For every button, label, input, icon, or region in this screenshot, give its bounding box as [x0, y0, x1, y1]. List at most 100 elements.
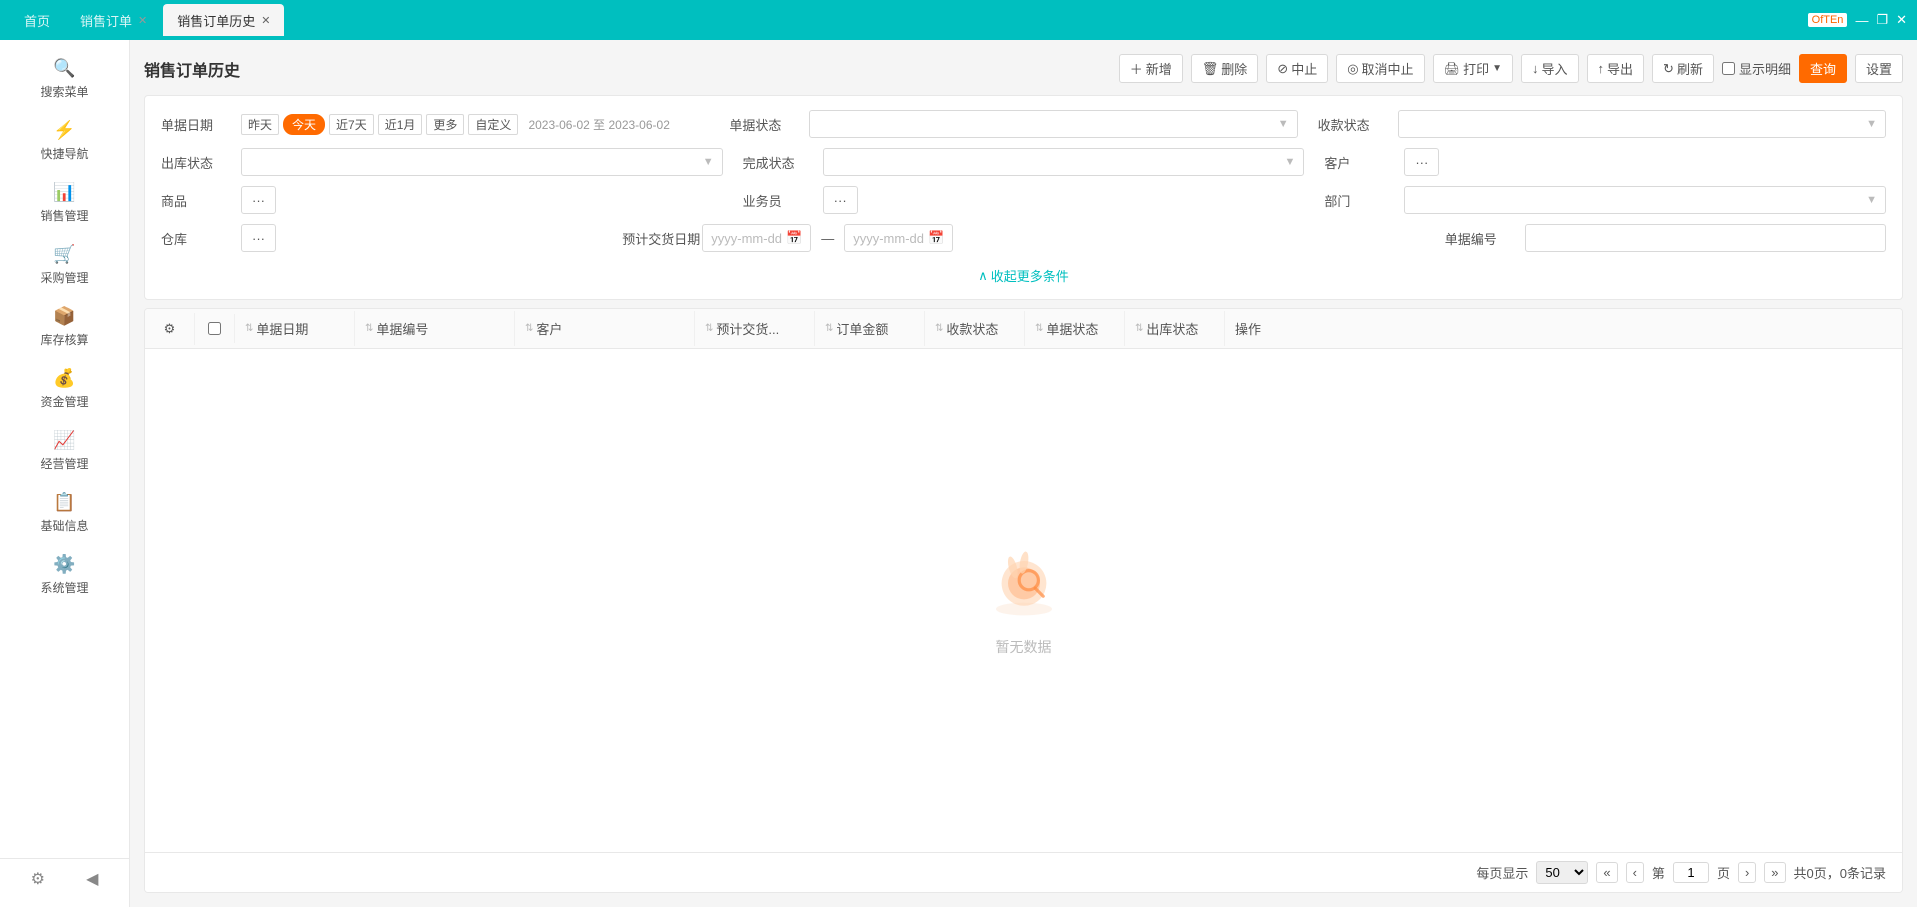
first-page-btn[interactable]: «: [1596, 862, 1617, 883]
tab-sales-order-close[interactable]: ✕: [138, 14, 147, 27]
th-number-label: 单据编号: [376, 319, 428, 338]
salesperson-dots-btn[interactable]: ···: [823, 186, 858, 214]
display-detail-label: 显示明细: [1739, 59, 1791, 78]
delete-button[interactable]: 🗑 删除: [1191, 54, 1259, 83]
th-number[interactable]: ⇅ 单据编号: [355, 311, 515, 346]
operations-icon: 📈: [53, 430, 75, 451]
import-button[interactable]: ↓ 导入: [1521, 54, 1579, 83]
department-select[interactable]: ▼: [1404, 186, 1886, 214]
filter-label-delivery-date: 预计交货日期: [622, 229, 702, 248]
main-layout: 🔍 搜索菜单 ⚡ 快捷导航 📊 销售管理 🛒 采购管理 📦 库存核算 💰 资金管…: [0, 40, 1917, 907]
th-customer[interactable]: ⇅ 客户: [515, 311, 695, 346]
date-btn-yesterday[interactable]: 昨天: [241, 114, 279, 135]
stop-button[interactable]: ⊘ 中止: [1266, 54, 1328, 83]
warehouse-dots-btn[interactable]: ···: [241, 224, 276, 252]
display-detail-toggle[interactable]: 显示明细: [1722, 59, 1791, 78]
page-size-label: 每页显示: [1476, 863, 1528, 882]
th-order-status[interactable]: ⇅ 单据状态: [1025, 311, 1125, 346]
order-status-select[interactable]: ▼: [809, 110, 1297, 138]
print-icon: 🖨: [1444, 61, 1461, 77]
tab-sales-order-label: 销售订单: [80, 11, 132, 30]
delivery-date-from[interactable]: yyyy-mm-dd 📅: [702, 224, 811, 252]
sidebar-collapse-icon[interactable]: ◀: [86, 869, 98, 889]
print-button[interactable]: 🖨 打印 ▼: [1433, 54, 1513, 83]
sidebar-item-sales-mgmt[interactable]: 📊 销售管理: [0, 172, 129, 234]
th-date-label: 单据日期: [256, 319, 308, 338]
th-date[interactable]: ⇅ 单据日期: [235, 311, 355, 346]
delivery-date-to[interactable]: yyyy-mm-dd 📅: [844, 224, 953, 252]
sidebar-item-inventory[interactable]: 📦 库存核算: [0, 296, 129, 358]
refresh-label: 刷新: [1677, 59, 1703, 78]
settings-button[interactable]: 设置: [1855, 54, 1903, 83]
date-btn-today[interactable]: 今天: [283, 114, 325, 135]
sidebar-item-capital-mgmt[interactable]: 💰 资金管理: [0, 358, 129, 420]
calendar-from-icon: 📅: [786, 230, 802, 246]
sidebar-item-basic-info[interactable]: 📋 基础信息: [0, 482, 129, 544]
export-label: 导出: [1607, 59, 1633, 78]
refresh-button[interactable]: ↻ 刷新: [1652, 54, 1714, 83]
display-detail-checkbox[interactable]: [1722, 62, 1735, 75]
cancel-stop-button[interactable]: ◎ 取消中止: [1336, 54, 1424, 83]
inventory-icon: 📦: [53, 306, 75, 327]
delivery-date-from-text: yyyy-mm-dd: [711, 231, 782, 246]
select-all-checkbox[interactable]: [208, 322, 221, 335]
often-label: OfTEn: [1808, 13, 1848, 27]
query-button[interactable]: 查询: [1799, 54, 1847, 83]
sales-mgmt-icon: 📊: [53, 182, 75, 203]
th-warehouse-status[interactable]: ⇅ 出库状态: [1125, 311, 1225, 346]
filter-label-customer: 客户: [1324, 153, 1404, 172]
settings-label: 设置: [1866, 59, 1892, 78]
collapse-icon: ∧: [978, 268, 988, 284]
product-dots-btn[interactable]: ···: [241, 186, 276, 214]
top-bar: 首页 销售订单 ✕ 销售订单历史 ✕ OfTEn — ❐ ✕: [0, 0, 1917, 40]
sidebar-item-purchase-mgmt-label: 采购管理: [40, 269, 88, 286]
sort-icon-amount: ⇅: [825, 323, 833, 334]
next-page-btn[interactable]: ›: [1738, 862, 1756, 883]
filter-row-2: 出库状态 ▼ 完成状态 ▼ 客户 ···: [161, 148, 1886, 176]
sidebar-item-system-mgmt[interactable]: ⚙️ 系统管理: [0, 544, 129, 606]
outbound-status-select[interactable]: ▼: [241, 148, 723, 176]
th-amount[interactable]: ⇅ 订单金额: [815, 311, 925, 346]
customer-dots-btn[interactable]: ···: [1404, 148, 1439, 176]
tab-home[interactable]: 首页: [10, 4, 64, 36]
import-label: 导入: [1542, 59, 1568, 78]
page-size-select[interactable]: 50 10 20 100: [1536, 861, 1588, 884]
new-button[interactable]: ＋ 新增: [1119, 54, 1183, 83]
purchase-mgmt-icon: 🛒: [53, 244, 75, 265]
sidebar-item-quick-nav[interactable]: ⚡ 快捷导航: [0, 110, 129, 172]
export-button[interactable]: ↑ 导出: [1587, 54, 1645, 83]
tab-sales-order[interactable]: 销售订单 ✕: [66, 4, 161, 36]
tab-sales-order-history[interactable]: 销售订单历史 ✕: [163, 4, 284, 36]
date-btn-custom[interactable]: 自定义: [468, 114, 518, 135]
completion-status-arrow: ▼: [1284, 156, 1295, 168]
date-btn-more[interactable]: 更多: [426, 114, 464, 135]
collapse-btn[interactable]: ∧ 收起更多条件: [978, 266, 1069, 285]
close-btn[interactable]: ✕: [1896, 12, 1907, 28]
filter-label-salesperson: 业务员: [743, 191, 823, 210]
delete-label: 删除: [1221, 59, 1247, 78]
minimize-btn[interactable]: —: [1855, 13, 1868, 28]
doc-number-input[interactable]: [1525, 224, 1886, 252]
filter-label-payment-status: 收款状态: [1318, 115, 1398, 134]
prev-page-btn[interactable]: ‹: [1626, 862, 1644, 883]
last-page-btn[interactable]: »: [1764, 862, 1785, 883]
th-settings[interactable]: ⚙: [145, 313, 195, 345]
sidebar-item-operations[interactable]: 📈 经营管理: [0, 420, 129, 482]
restore-btn[interactable]: ❐: [1876, 12, 1888, 28]
date-btn-7days[interactable]: 近7天: [329, 114, 374, 135]
sort-icon-warehouse: ⇅: [1135, 323, 1143, 334]
sidebar-item-purchase-mgmt[interactable]: 🛒 采购管理: [0, 234, 129, 296]
th-delivery[interactable]: ⇅ 预计交货...: [695, 311, 815, 346]
completion-status-select[interactable]: ▼: [823, 148, 1305, 176]
date-btn-1month[interactable]: 近1月: [378, 114, 423, 135]
th-payment[interactable]: ⇅ 收款状态: [925, 311, 1025, 346]
payment-status-select[interactable]: ▼: [1398, 110, 1886, 138]
sidebar-item-search-menu[interactable]: 🔍 搜索菜单: [0, 48, 129, 110]
sidebar-settings-icon[interactable]: ⚙: [31, 869, 45, 889]
page-number-input[interactable]: [1673, 862, 1709, 883]
delivery-date-to-text: yyyy-mm-dd: [853, 231, 924, 246]
page-label: 页: [1717, 863, 1730, 882]
import-icon: ↓: [1532, 61, 1539, 76]
tab-sales-order-history-close[interactable]: ✕: [261, 14, 270, 27]
th-check[interactable]: [195, 314, 235, 343]
